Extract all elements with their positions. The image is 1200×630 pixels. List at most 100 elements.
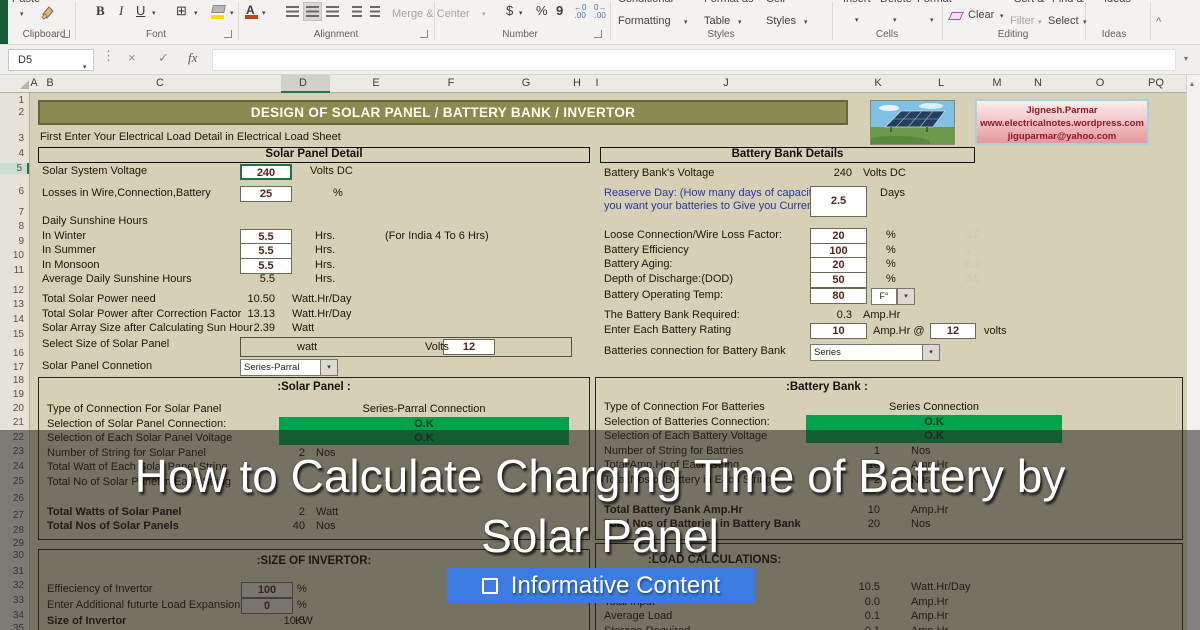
clear-icon[interactable] bbox=[948, 12, 964, 20]
alignment-dialog-launcher-icon[interactable] bbox=[420, 30, 428, 38]
fill-color-icon[interactable] bbox=[211, 5, 226, 13]
row-header-19[interactable]: 19 bbox=[0, 389, 29, 400]
currency-format-icon[interactable]: $ bbox=[506, 3, 513, 18]
clipboard-dialog-launcher-icon[interactable] bbox=[62, 30, 70, 38]
row-header-7[interactable]: 7 bbox=[0, 207, 29, 218]
cell-input[interactable]: 20 bbox=[810, 228, 867, 244]
dropdown-arrow-icon[interactable]: ▾ bbox=[321, 358, 338, 376]
row-header-17[interactable]: 17 bbox=[0, 362, 29, 373]
column-header-F[interactable]: F bbox=[448, 77, 455, 89]
format-painter-icon[interactable] bbox=[40, 5, 55, 20]
formula-bar-expand-icon[interactable]: ▾ bbox=[1184, 54, 1188, 63]
row-header-1[interactable]: 1 bbox=[0, 95, 29, 106]
cell-input[interactable]: 25 bbox=[240, 186, 292, 202]
column-header-D[interactable]: D bbox=[299, 77, 307, 89]
dropdown-select[interactable]: Series-Parral ▾ bbox=[240, 358, 338, 376]
select-button[interactable]: Select bbox=[1048, 15, 1079, 27]
cell-input[interactable]: 12 bbox=[443, 338, 495, 355]
enter-icon[interactable]: ✓ bbox=[158, 50, 169, 66]
borders-icon[interactable]: ⊞ bbox=[176, 3, 187, 19]
conditional-formatting-button[interactable]: Formatting bbox=[618, 15, 671, 27]
column-header-PQ[interactable]: PQ bbox=[1148, 77, 1164, 89]
row-header-16[interactable]: 16 bbox=[0, 348, 29, 359]
font-color-dropdown-icon[interactable]: ▾ bbox=[262, 9, 266, 17]
merge-dropdown-icon[interactable]: ▾ bbox=[482, 10, 486, 18]
column-header-N[interactable]: N bbox=[1034, 77, 1042, 89]
align-left-icon[interactable] bbox=[286, 6, 299, 17]
insert-cells-button[interactable]: Insert bbox=[843, 0, 871, 5]
underline-dropdown-icon[interactable]: ▾ bbox=[152, 9, 156, 17]
column-header-A[interactable]: A bbox=[30, 77, 37, 89]
row-header-8[interactable]: 8 bbox=[0, 221, 29, 232]
find-select-top[interactable]: Find & bbox=[1052, 0, 1084, 5]
dropdown-arrow-icon[interactable]: ▾ bbox=[923, 343, 940, 361]
underline-button[interactable]: U bbox=[136, 3, 145, 18]
cell-input[interactable]: 10 bbox=[810, 322, 867, 339]
row-header-21[interactable]: 21 bbox=[0, 417, 29, 428]
cell-input[interactable]: 5.5 bbox=[240, 228, 292, 245]
cell-input[interactable]: 80 bbox=[810, 288, 867, 305]
insert-dropdown-icon[interactable]: ▾ bbox=[855, 16, 859, 24]
cell-input[interactable]: 240 bbox=[240, 164, 292, 180]
fx-icon[interactable]: fx bbox=[188, 50, 197, 66]
author-email[interactable]: jiguparmar@yahoo.com bbox=[977, 130, 1147, 143]
column-header-G[interactable]: G bbox=[522, 77, 531, 89]
row-header-2[interactable]: 2 bbox=[0, 107, 29, 118]
delete-cells-button[interactable]: Delete bbox=[880, 0, 912, 5]
row-header-6[interactable]: 6 bbox=[0, 186, 29, 197]
currency-dropdown-icon[interactable]: ▾ bbox=[519, 9, 523, 17]
column-header-K[interactable]: K bbox=[874, 77, 881, 89]
number-dialog-launcher-icon[interactable] bbox=[594, 30, 602, 38]
filter-button[interactable]: Filter bbox=[1010, 15, 1034, 27]
align-center-icon[interactable] bbox=[306, 6, 319, 17]
format-as-table-button[interactable]: Table bbox=[704, 15, 730, 27]
merge-center-button[interactable]: Merge & Center bbox=[392, 8, 470, 20]
column-header-L[interactable]: L bbox=[938, 77, 944, 89]
format-as-table-top[interactable]: Format as bbox=[704, 0, 754, 5]
increase-indent-icon[interactable] bbox=[370, 6, 380, 17]
increase-decimal-icon[interactable]: ←0.00 bbox=[574, 4, 586, 20]
cell-input[interactable]: 5.5 bbox=[240, 257, 292, 274]
row-header-10[interactable]: 10 bbox=[0, 250, 29, 261]
cell-styles-button[interactable]: Styles bbox=[766, 15, 796, 27]
formula-input[interactable] bbox=[212, 49, 1176, 71]
cell-input[interactable]: 2.5 bbox=[810, 186, 867, 217]
align-right-icon[interactable] bbox=[326, 6, 339, 17]
comma-format-icon[interactable]: 9 bbox=[556, 3, 563, 18]
row-header-5[interactable]: 5 bbox=[0, 163, 29, 174]
bold-button[interactable]: B bbox=[96, 3, 105, 19]
fill-dropdown-icon[interactable]: ▾ bbox=[230, 9, 234, 17]
cell-input[interactable]: 50 bbox=[810, 271, 867, 288]
column-header-C[interactable]: C bbox=[156, 77, 164, 89]
row-header-14[interactable]: 14 bbox=[0, 314, 29, 325]
paste-button[interactable]: Paste bbox=[12, 0, 40, 5]
row-header-15[interactable]: 15 bbox=[0, 329, 29, 340]
decrease-decimal-icon[interactable]: 0→ .00 bbox=[594, 4, 606, 20]
row-header-9[interactable]: 9 bbox=[0, 236, 29, 247]
sort-filter-top[interactable]: Sort & bbox=[1014, 0, 1045, 5]
column-header-E[interactable]: E bbox=[372, 77, 379, 89]
row-header-3[interactable]: 3 bbox=[0, 133, 29, 144]
name-box[interactable]: D5 ▾ bbox=[8, 49, 94, 71]
italic-button[interactable]: I bbox=[119, 3, 123, 19]
delete-dropdown-icon[interactable]: ▾ bbox=[893, 16, 897, 24]
cell-input[interactable]: 20 bbox=[810, 257, 867, 274]
row-header-11[interactable]: 11 bbox=[0, 265, 29, 276]
column-header-B[interactable]: B bbox=[46, 77, 53, 89]
cell-input[interactable]: 5.5 bbox=[240, 243, 292, 260]
row-header-4[interactable]: 4 bbox=[0, 148, 29, 159]
column-header-H[interactable]: H bbox=[573, 77, 581, 89]
borders-dropdown-icon[interactable]: ▾ bbox=[194, 9, 198, 17]
conditional-formatting-top[interactable]: Conditional bbox=[618, 0, 673, 5]
scroll-up-icon[interactable]: ▴ bbox=[1190, 79, 1194, 88]
column-header-J[interactable]: J bbox=[723, 77, 729, 89]
clear-button[interactable]: Clear bbox=[968, 9, 994, 21]
collapse-ribbon-icon[interactable]: ^ bbox=[1156, 16, 1161, 28]
ideas-button[interactable]: Ideas bbox=[1104, 0, 1131, 5]
font-dialog-launcher-icon[interactable] bbox=[224, 30, 232, 38]
paste-dropdown-icon[interactable]: ▾ bbox=[20, 10, 24, 18]
dropdown-value[interactable]: Series bbox=[810, 343, 923, 361]
column-header-O[interactable]: O bbox=[1096, 77, 1105, 89]
name-box-dropdown-icon[interactable]: ▾ bbox=[83, 58, 87, 78]
format-dropdown-icon[interactable]: ▾ bbox=[930, 16, 934, 24]
